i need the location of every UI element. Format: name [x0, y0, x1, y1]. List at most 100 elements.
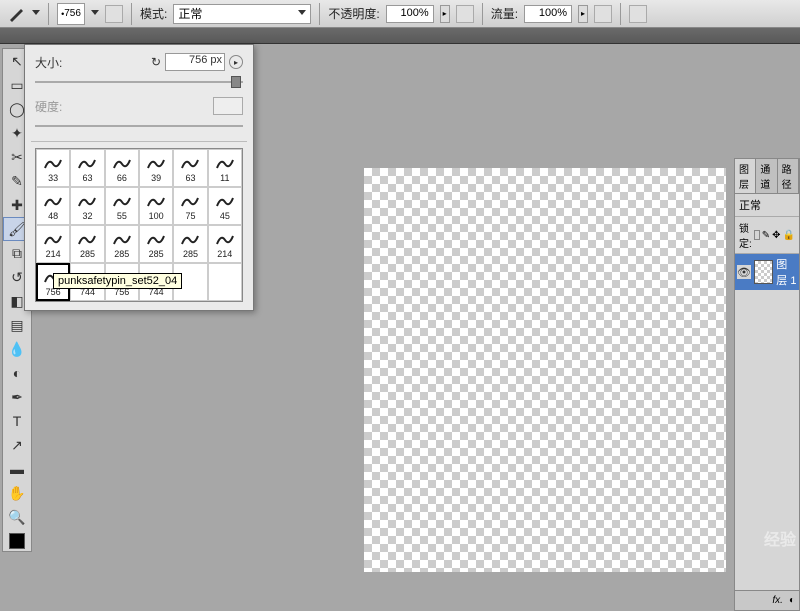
- mode-label: 模式:: [140, 5, 167, 22]
- brush-stroke-icon: [215, 191, 235, 211]
- lock-image-icon[interactable]: ✎: [762, 230, 770, 241]
- brush-preset-cell[interactable]: 45: [208, 187, 242, 225]
- brush-size-label: 100: [149, 211, 164, 221]
- lock-all-icon[interactable]: 🔒: [783, 230, 795, 241]
- brush-panel-toggle-icon[interactable]: [105, 5, 123, 23]
- visibility-icon[interactable]: 👁: [737, 265, 751, 279]
- blur-tool-icon[interactable]: 💧: [3, 337, 31, 361]
- brush-size-label: 32: [82, 211, 92, 221]
- type-tool-icon[interactable]: T: [3, 409, 31, 433]
- flyout-menu-icon[interactable]: ▸: [229, 55, 243, 69]
- hardness-slider[interactable]: [35, 119, 243, 133]
- hardness-label: 硬度:: [35, 98, 62, 115]
- brush-tooltip: punksafetypin_set52_04: [53, 273, 182, 289]
- lock-position-icon[interactable]: ✥: [772, 230, 780, 241]
- gradient-tool-icon[interactable]: ▤: [3, 313, 31, 337]
- brush-preset-cell[interactable]: 285: [70, 225, 104, 263]
- watermark-text: 经验: [764, 526, 796, 550]
- dodge-tool-icon[interactable]: ◐: [3, 361, 31, 385]
- pen-tool-icon[interactable]: ✒: [3, 385, 31, 409]
- blend-mode-value: 正常: [178, 5, 202, 22]
- opacity-flyout-icon[interactable]: ▸: [440, 5, 450, 23]
- dropdown-icon[interactable]: [91, 10, 99, 18]
- dropdown-icon[interactable]: [32, 10, 40, 18]
- brush-preset-cell[interactable]: [208, 263, 242, 301]
- brush-size-label: 66: [117, 173, 127, 183]
- brush-preset-cell[interactable]: 214: [208, 225, 242, 263]
- tablet-pressure-size-icon[interactable]: [629, 5, 647, 23]
- flow-label: 流量:: [491, 5, 518, 22]
- brush-stroke-icon: [215, 229, 235, 249]
- brush-size-input[interactable]: 756 px: [165, 53, 225, 71]
- brush-preset-picker[interactable]: • 756: [57, 3, 85, 25]
- brush-size-label: 45: [220, 211, 230, 221]
- brush-preset-cell[interactable]: 48: [36, 187, 70, 225]
- flow-flyout-icon[interactable]: ▸: [578, 5, 588, 23]
- tab-paths[interactable]: 路径: [778, 159, 799, 193]
- tab-channels[interactable]: 通道: [756, 159, 777, 193]
- zoom-tool-icon[interactable]: 🔍: [3, 505, 31, 529]
- brush-preset-cell[interactable]: 39: [139, 149, 173, 187]
- blend-mode-select[interactable]: 正常: [173, 4, 311, 24]
- flow-input[interactable]: 100%: [524, 5, 572, 23]
- airbrush-icon[interactable]: [594, 5, 612, 23]
- tab-layers[interactable]: 图层: [735, 159, 756, 193]
- brush-preset-cell[interactable]: 285: [105, 225, 139, 263]
- fx-icon[interactable]: fx.: [772, 595, 783, 606]
- size-slider[interactable]: [35, 75, 243, 89]
- brush-preset-cell[interactable]: 33: [36, 149, 70, 187]
- panel-tabs: 图层 通道 路径: [735, 159, 799, 194]
- brush-preset-cell[interactable]: 75: [173, 187, 207, 225]
- brush-stroke-icon: [43, 153, 63, 173]
- tablet-pressure-opacity-icon[interactable]: [456, 5, 474, 23]
- brush-stroke-icon: [180, 191, 200, 211]
- layer-thumbnail[interactable]: [754, 260, 773, 284]
- brush-stroke-icon: [112, 191, 132, 211]
- brush-preset-cell[interactable]: 100: [139, 187, 173, 225]
- brush-preset-cell[interactable]: 214: [36, 225, 70, 263]
- lock-transparency-icon[interactable]: [754, 230, 760, 240]
- opacity-input[interactable]: 100%: [386, 5, 434, 23]
- brush-stroke-icon: [112, 229, 132, 249]
- opacity-label: 不透明度:: [328, 5, 379, 22]
- path-tool-icon[interactable]: ↗: [3, 433, 31, 457]
- brush-preset-cell[interactable]: 32: [70, 187, 104, 225]
- brush-preset-cell[interactable]: 66: [105, 149, 139, 187]
- shape-tool-icon[interactable]: ▬: [3, 457, 31, 481]
- brush-preset-cell[interactable]: 63: [70, 149, 104, 187]
- brush-preset-cell[interactable]: 285: [173, 225, 207, 263]
- foreground-color-swatch[interactable]: [9, 533, 25, 549]
- brush-size-label: 33: [48, 173, 58, 183]
- mask-icon[interactable]: ◐: [789, 595, 795, 606]
- hand-tool-icon[interactable]: ✋: [3, 481, 31, 505]
- brush-stroke-icon: [146, 229, 166, 249]
- brush-size-label: 285: [149, 249, 164, 259]
- size-label: 大小:: [35, 54, 62, 71]
- brush-size-label: 75: [185, 211, 195, 221]
- brush-preset-cell[interactable]: 55: [105, 187, 139, 225]
- brush-tool-icon[interactable]: [6, 4, 26, 24]
- brush-stroke-icon: [215, 153, 235, 173]
- brush-preset-cell[interactable]: 285: [139, 225, 173, 263]
- layers-bottom-bar: fx. ◐: [735, 590, 799, 610]
- brush-stroke-icon: [180, 229, 200, 249]
- reset-icon[interactable]: ↻: [151, 55, 161, 69]
- brush-size-label: 39: [151, 173, 161, 183]
- brush-preset-cell[interactable]: 63: [173, 149, 207, 187]
- lock-label: 锁定:: [739, 220, 752, 250]
- brush-stroke-icon: [146, 153, 166, 173]
- brush-preset-panel: 大小: ↻ 756 px ▸ 硬度: 336366396311483255100…: [24, 44, 254, 311]
- brush-size-label: 214: [217, 249, 232, 259]
- brush-preset-cell[interactable]: 11: [208, 149, 242, 187]
- hardness-preview: [213, 97, 243, 115]
- canvas[interactable]: [364, 168, 726, 572]
- brush-stroke-icon: [112, 153, 132, 173]
- brush-size-label: 63: [82, 173, 92, 183]
- brush-stroke-icon: [180, 153, 200, 173]
- brush-size-label: 55: [117, 211, 127, 221]
- layer-row[interactable]: 👁 图层 1: [735, 254, 799, 290]
- brush-stroke-icon: [146, 191, 166, 211]
- document-tab-bar: [0, 28, 800, 44]
- layer-name[interactable]: 图层 1: [776, 256, 797, 288]
- layer-blend-mode[interactable]: 正常: [735, 194, 799, 217]
